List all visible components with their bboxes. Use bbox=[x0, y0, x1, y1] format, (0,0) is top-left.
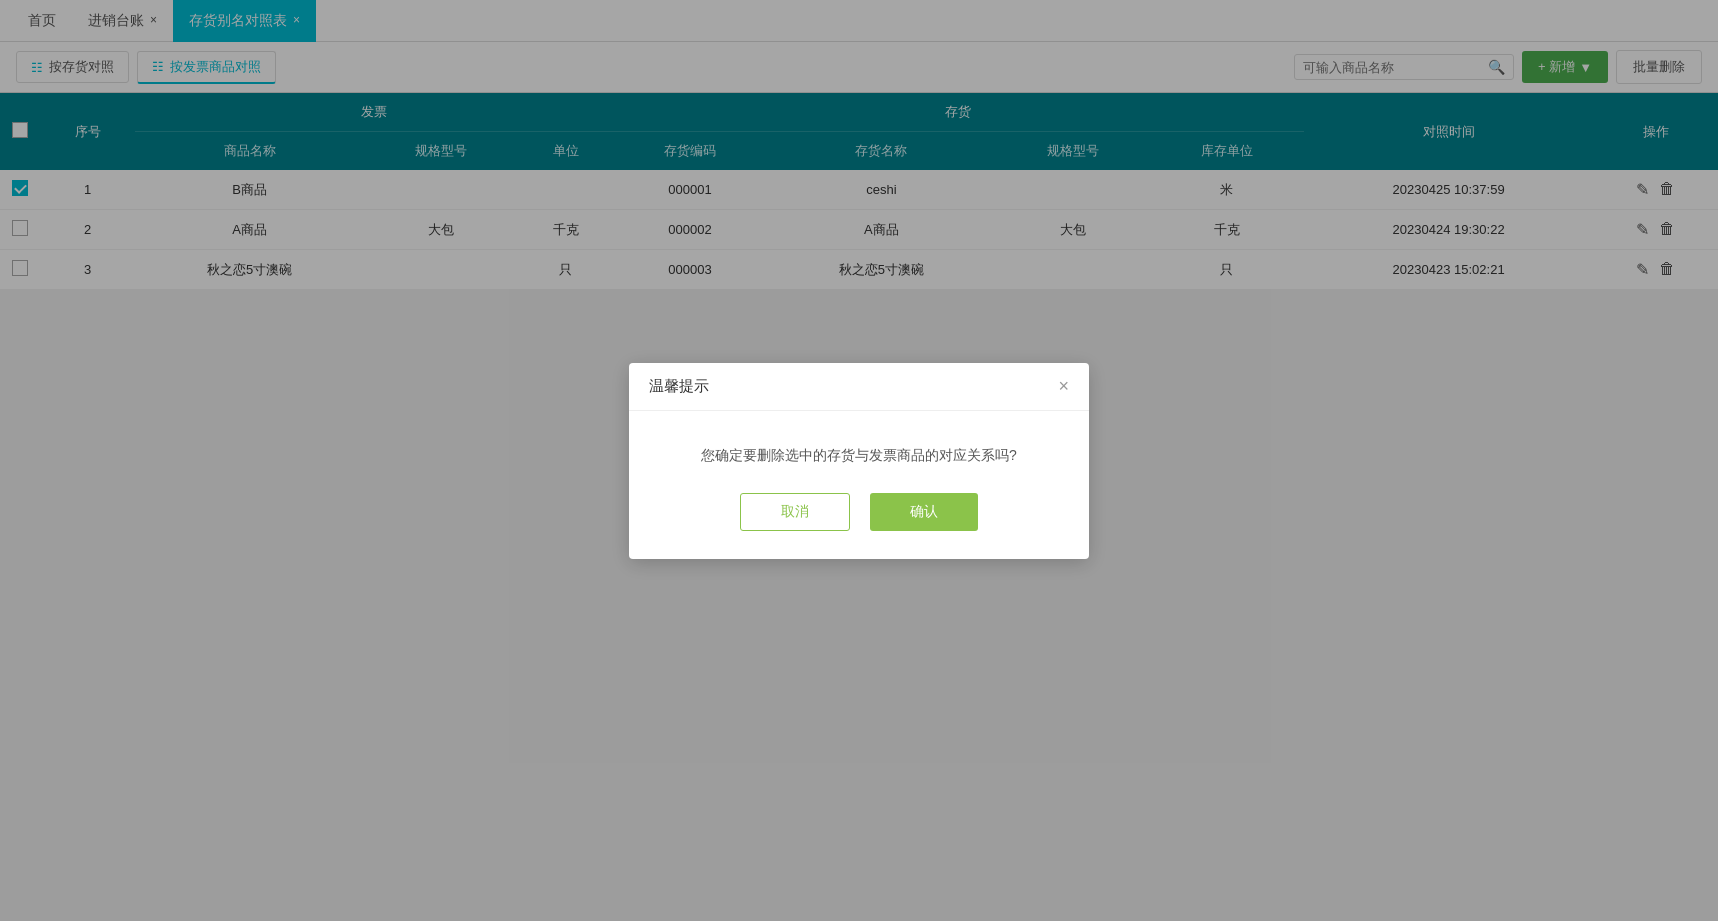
dialog-overlay: 温馨提示 × 您确定要删除选中的存货与发票商品的对应关系吗? 取消 确认 bbox=[0, 0, 1718, 290]
